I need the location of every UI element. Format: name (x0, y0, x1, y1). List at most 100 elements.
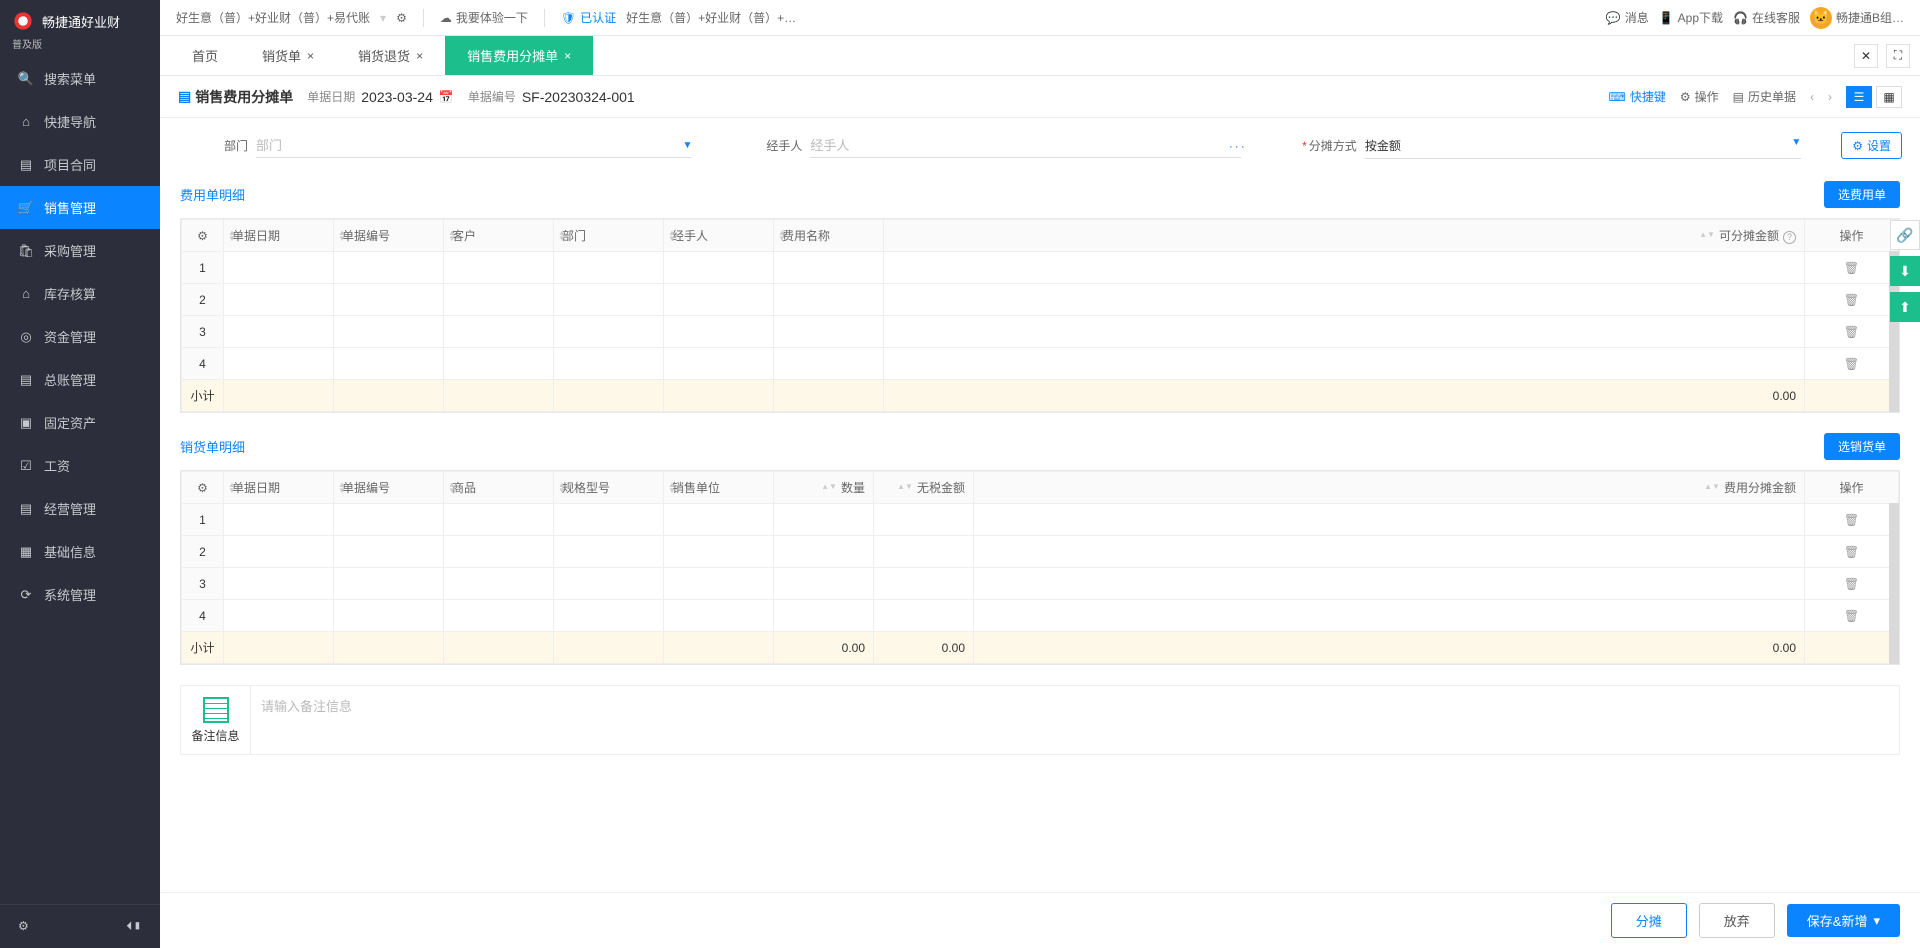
sort-icon[interactable]: ▲▼ (1699, 232, 1715, 238)
col-spec[interactable]: ▲▼规格型号 (554, 472, 664, 504)
save-new-button[interactable]: 保存&新增▾ (1787, 904, 1900, 937)
sort-icon[interactable]: ▲▼ (228, 482, 236, 494)
delete-icon[interactable]: 🗑 (1844, 609, 1859, 623)
next-button[interactable]: › (1828, 90, 1832, 104)
sort-icon[interactable]: ▲▼ (228, 230, 236, 242)
column-gear[interactable]: ⚙ (182, 220, 224, 252)
col-handler[interactable]: ▲▼经手人 (664, 220, 774, 252)
chevron-down-icon[interactable]: ▼ (683, 140, 693, 151)
sort-icon[interactable]: ▲▼ (668, 482, 676, 494)
experience-link[interactable]: ☁我要体验一下 (440, 9, 528, 26)
delete-icon[interactable]: 🗑 (1844, 513, 1859, 527)
close-icon[interactable]: × (564, 49, 571, 63)
view-grid-button[interactable]: ▦ (1876, 86, 1902, 108)
prev-button[interactable]: ‹ (1810, 90, 1814, 104)
table-row[interactable]: 1🗑 (182, 504, 1899, 536)
scrollbar[interactable] (1889, 503, 1899, 664)
more-icon[interactable]: ··· (1229, 139, 1247, 153)
sort-icon[interactable]: ▲▼ (821, 484, 837, 490)
nav-purchase[interactable]: 🛍采购管理 (0, 229, 160, 272)
nav-system[interactable]: ⟳系统管理 (0, 573, 160, 616)
nav-sales[interactable]: 🛒销售管理 (0, 186, 160, 229)
table-row[interactable]: 4🗑 (182, 600, 1899, 632)
close-icon[interactable]: × (307, 49, 314, 63)
col-fee-alloc[interactable]: ▲▼费用分摊金额 (974, 472, 1805, 504)
delete-icon[interactable]: 🗑 (1844, 577, 1859, 591)
delete-icon[interactable]: 🗑 (1844, 293, 1859, 307)
sort-icon[interactable]: ▲▼ (778, 230, 786, 242)
nav-assets[interactable]: ▣固定资产 (0, 401, 160, 444)
download-link[interactable]: 📱App下载 (1659, 9, 1723, 26)
table-row[interactable]: 3🗑 (182, 316, 1899, 348)
nav-search[interactable]: 🔍搜索菜单 (0, 57, 160, 100)
column-gear[interactable]: ⚙ (182, 472, 224, 504)
service-link[interactable]: 🎧在线客服 (1733, 9, 1800, 26)
handler-input[interactable] (810, 134, 1240, 158)
help-icon[interactable]: ? (1783, 231, 1796, 244)
col-untax[interactable]: ▲▼无税金额 (874, 472, 974, 504)
col-feename[interactable]: ▲▼费用名称 (774, 220, 884, 252)
nav-inventory[interactable]: ⌂库存核算 (0, 272, 160, 315)
tab-sales-return[interactable]: 销货退货× (336, 36, 445, 75)
sort-icon[interactable]: ▲▼ (1704, 484, 1720, 490)
breadcrumb-2[interactable]: 好生意（普）+好业财（普）+… (626, 9, 796, 26)
col-alloc-amount[interactable]: ▲▼可分摊金额? (884, 220, 1805, 252)
delete-icon[interactable]: 🗑 (1844, 357, 1859, 371)
col-unit[interactable]: ▲▼销售单位 (664, 472, 774, 504)
dept-input[interactable] (256, 134, 691, 158)
attach-button[interactable]: 🔗 (1890, 220, 1920, 250)
history-link[interactable]: ▤历史单据 (1733, 88, 1796, 105)
col-product[interactable]: ▲▼商品 (444, 472, 554, 504)
alloc-select[interactable]: 按金额▼ (1365, 133, 1801, 159)
table-row[interactable]: 2🗑 (182, 536, 1899, 568)
sort-icon[interactable]: ▲▼ (558, 230, 566, 242)
sort-icon[interactable]: ▲▼ (448, 230, 456, 242)
user-menu[interactable]: 🐱畅捷通B组… (1810, 7, 1904, 29)
col-date[interactable]: ▲▼单据日期 (224, 220, 334, 252)
col-dept[interactable]: ▲▼部门 (554, 220, 664, 252)
chevron-down-icon[interactable]: ▾ (380, 11, 386, 25)
sort-icon[interactable]: ▲▼ (448, 482, 456, 494)
nav-business[interactable]: ▤经营管理 (0, 487, 160, 530)
breadcrumb[interactable]: 好生意（普）+好业财（普）+易代账 (176, 9, 370, 26)
tab-sales-order[interactable]: 销货单× (240, 36, 336, 75)
table-row[interactable]: 2🗑 (182, 284, 1899, 316)
tab-sales-allocation[interactable]: 销售费用分摊单× (445, 36, 593, 75)
select-sales-button[interactable]: 选销货单 (1824, 433, 1900, 460)
col-code[interactable]: ▲▼单据编号 (334, 472, 444, 504)
select-fee-button[interactable]: 选费用单 (1824, 181, 1900, 208)
nav-basedata[interactable]: ▦基础信息 (0, 530, 160, 573)
close-icon[interactable]: × (416, 49, 423, 63)
nav-ledger[interactable]: ▤总账管理 (0, 358, 160, 401)
delete-icon[interactable]: 🗑 (1844, 545, 1859, 559)
export-button[interactable]: ⬆ (1890, 292, 1920, 322)
delete-icon[interactable]: 🗑 (1844, 325, 1859, 339)
allocate-button[interactable]: 分摊 (1611, 903, 1687, 938)
import-button[interactable]: ⬇ (1890, 256, 1920, 286)
settings-icon[interactable]: ⚙ (18, 919, 29, 934)
table-row[interactable]: 1🗑 (182, 252, 1899, 284)
shortcut-link[interactable]: ⌨快捷键 (1609, 88, 1666, 105)
remarks-input[interactable] (251, 686, 1899, 754)
close-all-button[interactable]: ✕ (1854, 44, 1878, 68)
settings-button[interactable]: ⚙设置 (1841, 132, 1902, 159)
sort-icon[interactable]: ▲▼ (558, 482, 566, 494)
sort-icon[interactable]: ▲▼ (338, 230, 346, 242)
fullscreen-button[interactable]: ⛶ (1886, 44, 1910, 68)
view-list-button[interactable]: ☰ (1846, 86, 1872, 108)
nav-funds[interactable]: ◎资金管理 (0, 315, 160, 358)
collapse-icon[interactable]: ⏴▮ (126, 919, 142, 934)
sort-icon[interactable]: ▲▼ (338, 482, 346, 494)
col-code[interactable]: ▲▼单据编号 (334, 220, 444, 252)
discard-button[interactable]: 放弃 (1699, 903, 1775, 938)
col-qty[interactable]: ▲▼数量 (774, 472, 874, 504)
delete-icon[interactable]: 🗑 (1844, 261, 1859, 275)
nav-salary[interactable]: ☑工资 (0, 444, 160, 487)
messages-link[interactable]: 💬消息 (1606, 9, 1649, 26)
sort-icon[interactable]: ▲▼ (668, 230, 676, 242)
calendar-icon[interactable]: 📅 (439, 90, 454, 104)
sort-icon[interactable]: ▲▼ (897, 484, 913, 490)
date-value[interactable]: 2023-03-24 (361, 89, 433, 105)
col-date[interactable]: ▲▼单据日期 (224, 472, 334, 504)
table-row[interactable]: 4🗑 (182, 348, 1899, 380)
